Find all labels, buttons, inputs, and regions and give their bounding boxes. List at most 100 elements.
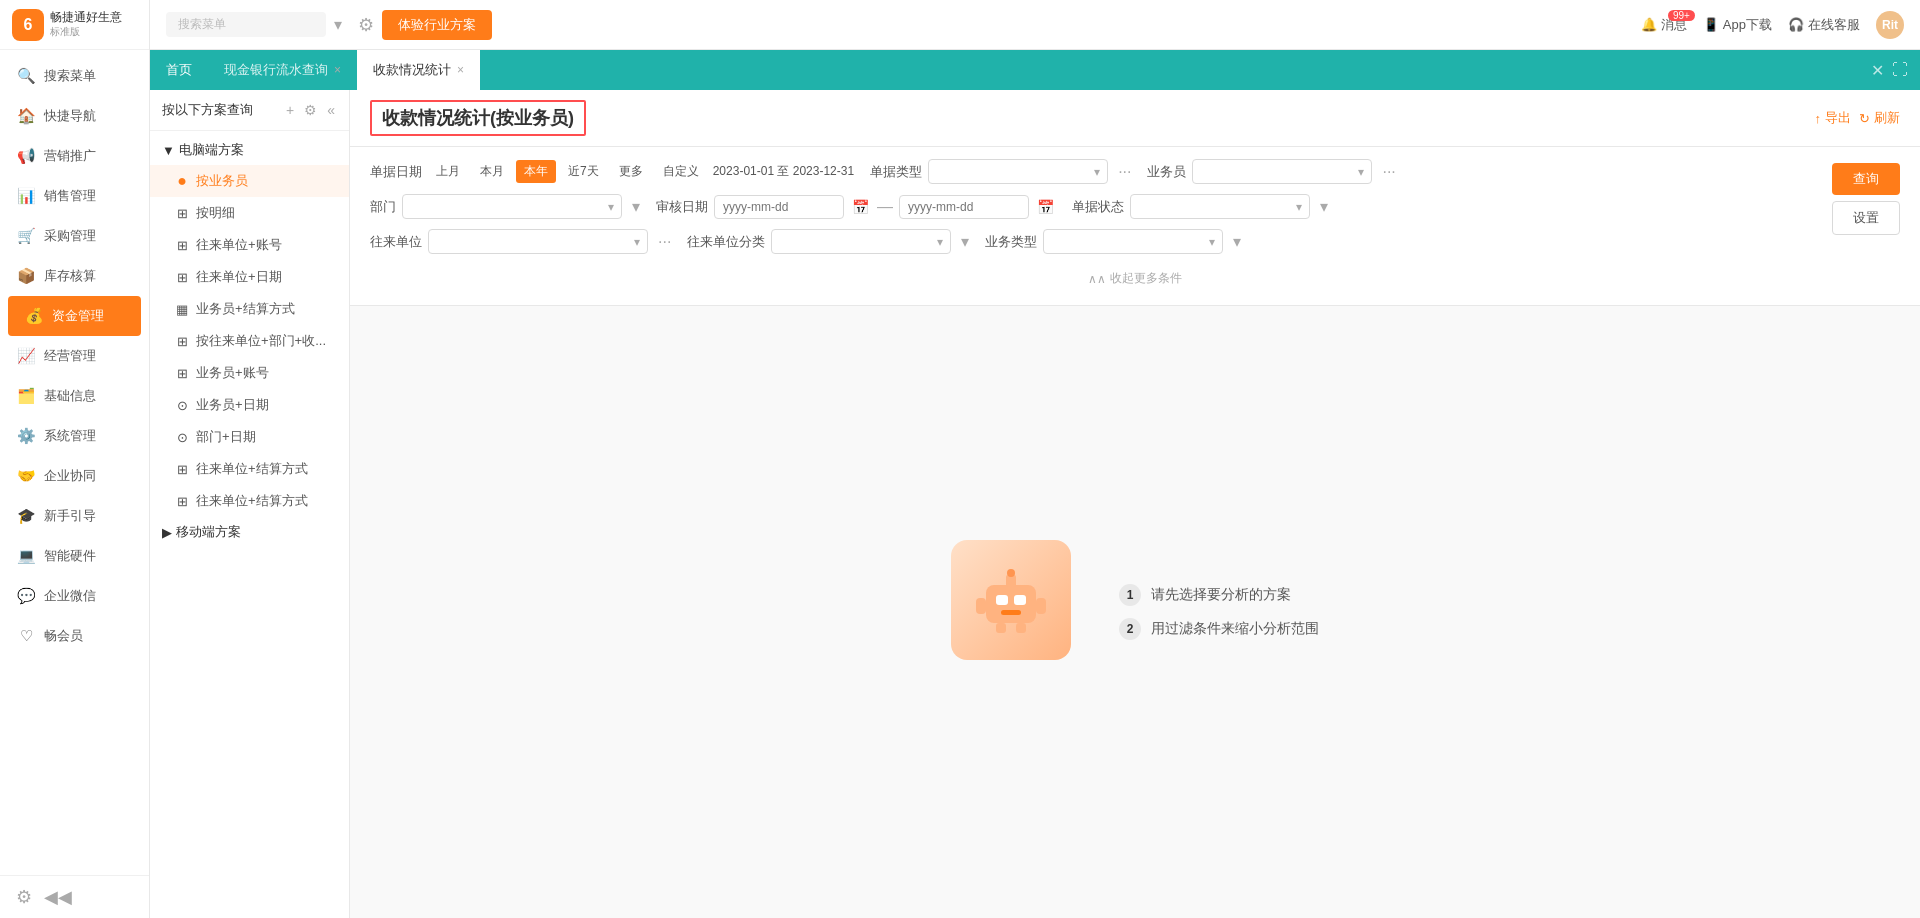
bill-status-more-icon[interactable]: ▾ — [1320, 197, 1328, 216]
user-avatar[interactable]: Rit — [1876, 11, 1904, 39]
online-service-btn[interactable]: 🎧 在线客服 — [1788, 16, 1860, 34]
search-icon: 🔍 — [16, 66, 36, 86]
grid-icon-3: ⊞ — [174, 269, 190, 285]
bill-status-select[interactable] — [1130, 194, 1310, 219]
date-tab-last-month[interactable]: 上月 — [428, 160, 468, 183]
tab-fullscreen-icon[interactable]: ⛶ — [1892, 61, 1908, 79]
sidebar-item-hardware[interactable]: 💻 智能硬件 — [0, 536, 149, 576]
tree-group-mobile-title[interactable]: ▶ 移动端方案 — [150, 517, 349, 547]
tree-item-by-detail[interactable]: ⊞ 按明细 — [150, 197, 349, 229]
sidebar-item-search[interactable]: 🔍 搜索菜单 — [0, 56, 149, 96]
empty-state: 1 请先选择要分析的方案 2 用过滤条件来缩小分析范围 — [350, 306, 1920, 918]
date-tab-7-days[interactable]: 近7天 — [560, 160, 607, 183]
sidebar-item-purchase[interactable]: 🛒 采购管理 — [0, 216, 149, 256]
app-name: 畅捷通好生意 — [50, 10, 122, 24]
tree-group-desktop-title[interactable]: ▼ 电脑端方案 — [150, 135, 349, 165]
tree-item-salesperson-settlement[interactable]: ▦ 业务员+结算方式 — [150, 293, 349, 325]
panel-add-btn[interactable]: + — [284, 100, 296, 120]
topbar-dropdown-icon[interactable]: ▾ — [334, 15, 342, 34]
panel-settings-btn[interactable]: ⚙ — [302, 100, 319, 120]
topbar-settings-icon[interactable]: ⚙ — [358, 14, 374, 36]
dept-label: 部门 — [370, 198, 396, 216]
review-date-end[interactable] — [899, 195, 1029, 219]
dept-more-icon[interactable]: ▾ — [632, 197, 640, 216]
tab-collection-close[interactable]: × — [457, 63, 464, 77]
sidebar-item-vip[interactable]: ♡ 畅会员 — [0, 616, 149, 656]
tree-item-unit-account[interactable]: ⊞ 往来单位+账号 — [150, 229, 349, 261]
logo-icon: 6 — [12, 9, 44, 41]
app-download-btn[interactable]: 📱 App下载 — [1703, 16, 1772, 34]
tree-item-unit-settlement1[interactable]: ⊞ 往来单位+结算方式 — [150, 453, 349, 485]
salesperson-select[interactable] — [1192, 159, 1372, 184]
settings-button[interactable]: 设置 — [1832, 201, 1900, 235]
date-tab-more[interactable]: 更多 — [611, 160, 651, 183]
sidebar-item-guide[interactable]: 🎓 新手引导 — [0, 496, 149, 536]
hardware-icon: 💻 — [16, 546, 36, 566]
dept-select[interactable] — [402, 194, 622, 219]
settings-footer-btn[interactable]: ⚙ — [16, 886, 32, 908]
tab-bank[interactable]: 现金银行流水查询 × — [208, 50, 357, 90]
panel-collapse-btn[interactable]: « — [325, 100, 337, 120]
export-button[interactable]: ↑ 导出 — [1815, 109, 1852, 127]
sidebar-item-wechat[interactable]: 💬 企业微信 — [0, 576, 149, 616]
left-panel: 按以下方案查询 + ⚙ « ▼ 电脑端方案 ● 按业务员 — [150, 90, 350, 918]
tree-item-salesperson-account[interactable]: ⊞ 业务员+账号 — [150, 357, 349, 389]
tab-collection[interactable]: 收款情况统计 × — [357, 50, 480, 90]
panel-header: 按以下方案查询 + ⚙ « — [150, 90, 349, 131]
tree-item-salesperson-date[interactable]: ⊙ 业务员+日期 — [150, 389, 349, 421]
biz-type-dropdown-icon: ▾ — [1233, 232, 1241, 251]
sidebar-item-operation[interactable]: 📈 经营管理 — [0, 336, 149, 376]
enterprise-icon: 🤝 — [16, 466, 36, 486]
biz-type-label: 业务类型 — [985, 233, 1037, 251]
tree-item-unit-dept-collection[interactable]: ⊞ 按往来单位+部门+收... — [150, 325, 349, 357]
salesperson-more-icon[interactable]: ··· — [1382, 163, 1395, 181]
calendar-icon-1[interactable]: 📅 — [852, 199, 869, 215]
counter-party-cat-dropdown-icon: ▾ — [961, 232, 969, 251]
svg-rect-2 — [1014, 595, 1026, 605]
biz-type-select[interactable] — [1043, 229, 1223, 254]
date-tab-this-year[interactable]: 本年 — [516, 160, 556, 183]
bill-type-select[interactable] — [928, 159, 1108, 184]
tab-home[interactable]: 首页 — [150, 50, 208, 90]
filter-counter-party-category-item: 往来单位分类 ▾ — [687, 229, 969, 254]
tab-bank-close[interactable]: × — [334, 63, 341, 77]
counter-party-more-icon[interactable]: ··· — [658, 233, 671, 251]
sidebar-item-system[interactable]: ⚙️ 系统管理 — [0, 416, 149, 456]
date-tab-this-month[interactable]: 本月 — [472, 160, 512, 183]
tree-item-unit-date[interactable]: ⊞ 往来单位+日期 — [150, 261, 349, 293]
notification-btn[interactable]: 🔔 消息 99+ — [1641, 16, 1687, 34]
tab-close-all-icon[interactable]: ✕ — [1871, 61, 1884, 80]
query-button[interactable]: 查询 — [1832, 163, 1900, 195]
trial-button[interactable]: 体验行业方案 — [382, 10, 492, 40]
notification-badge: 99+ — [1668, 10, 1695, 21]
filter-bill-type-item: 单据类型 ··· — [870, 159, 1131, 184]
date-range-text: 2023-01-01 至 2023-12-31 — [713, 163, 854, 180]
date-tabs: 上月 本月 本年 近7天 更多 自定义 — [428, 160, 707, 183]
empty-robot-icon — [951, 540, 1071, 660]
sidebar-item-sales[interactable]: 📊 销售管理 — [0, 176, 149, 216]
sidebar-item-finance[interactable]: 💰 资金管理 — [8, 296, 141, 336]
chevron-down-icon: ▼ — [162, 143, 175, 158]
sidebar-item-quick-nav[interactable]: 🏠 快捷导航 — [0, 96, 149, 136]
collapse-btn[interactable]: ∧∧ 收起更多条件 — [370, 264, 1900, 293]
sidebar-item-base[interactable]: 🗂️ 基础信息 — [0, 376, 149, 416]
tree-item-unit-settlement2[interactable]: ⊞ 往来单位+结算方式 — [150, 485, 349, 517]
sidebar-item-enterprise[interactable]: 🤝 企业协同 — [0, 456, 149, 496]
counter-party-select[interactable] — [428, 229, 648, 254]
main-area: 搜索菜单 ▾ ⚙ 体验行业方案 🔔 消息 99+ 📱 App下载 🎧 在线客服 … — [150, 0, 1920, 918]
refresh-button[interactable]: ↻ 刷新 — [1859, 109, 1900, 127]
empty-steps: 1 请先选择要分析的方案 2 用过滤条件来缩小分析范围 — [1119, 584, 1319, 640]
date-tab-custom[interactable]: 自定义 — [655, 160, 707, 183]
bill-type-more-icon[interactable]: ··· — [1118, 163, 1131, 181]
sidebar-item-marketing[interactable]: 📢 营销推广 — [0, 136, 149, 176]
topbar-search[interactable]: 搜索菜单 — [166, 12, 326, 37]
sidebar-item-inventory[interactable]: 📦 库存核算 — [0, 256, 149, 296]
counter-party-category-select[interactable] — [771, 229, 951, 254]
calendar-icon-2[interactable]: 📅 — [1037, 199, 1054, 215]
filter-btn-group: 查询 设置 — [1832, 163, 1900, 235]
collapse-sidebar-btn[interactable]: ◀◀ — [44, 886, 72, 908]
svg-rect-0 — [986, 585, 1036, 623]
tree-item-by-salesperson[interactable]: ● 按业务员 — [150, 165, 349, 197]
review-date-start[interactable] — [714, 195, 844, 219]
tree-item-dept-date[interactable]: ⊙ 部门+日期 — [150, 421, 349, 453]
